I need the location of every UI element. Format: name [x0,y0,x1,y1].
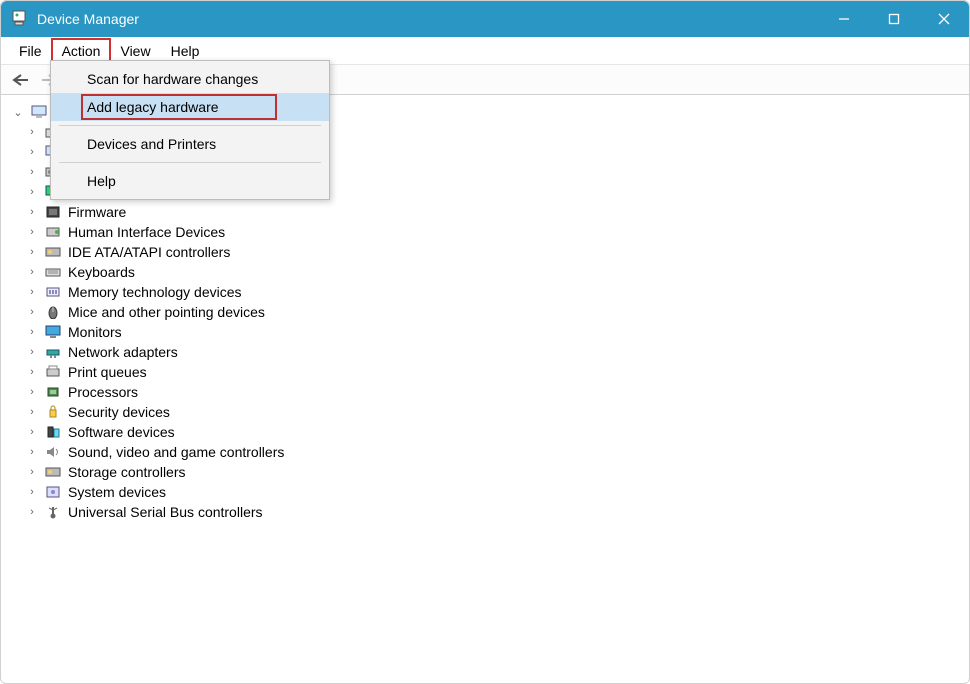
expand-icon[interactable]: › [26,186,38,198]
expand-icon[interactable]: › [26,146,38,158]
menu-action[interactable]: Action [52,39,111,63]
back-button[interactable] [9,68,33,92]
menu-file[interactable]: File [9,39,52,63]
expand-icon[interactable]: › [26,126,38,138]
network-icon [44,344,62,360]
expand-icon[interactable]: › [26,426,38,438]
expand-icon[interactable]: › [26,266,38,278]
sound-icon [44,444,62,460]
category-label: Keyboards [68,264,135,280]
tree-category[interactable]: › Keyboards [26,262,958,282]
menu-help[interactable]: Help [161,39,210,63]
minimize-button[interactable] [819,1,869,37]
menu-scan-hardware[interactable]: Scan for hardware changes [51,65,329,93]
tree-category[interactable]: › Human Interface Devices [26,222,958,242]
expand-icon[interactable]: › [26,386,38,398]
tree-category[interactable]: › Firmware [26,202,958,222]
expand-icon[interactable]: › [26,466,38,478]
tree-category[interactable]: › Processors [26,382,958,402]
expand-icon[interactable]: › [26,366,38,378]
expand-icon[interactable]: › [26,346,38,358]
printer-icon [44,364,62,380]
expand-icon[interactable]: › [26,226,38,238]
software-icon [44,424,62,440]
storagectl-icon [44,244,62,260]
tree-category[interactable]: › Mice and other pointing devices [26,302,958,322]
expand-icon[interactable]: › [26,486,38,498]
memory-icon [44,284,62,300]
expand-icon[interactable]: › [26,306,38,318]
maximize-button[interactable] [869,1,919,37]
tree-category[interactable]: › Memory technology devices [26,282,958,302]
usb-icon [44,504,62,520]
tree-category[interactable]: › Sound, video and game controllers [26,442,958,462]
tree-category[interactable]: › Network adapters [26,342,958,362]
menu-separator [59,162,321,163]
keyboard-icon [44,264,62,280]
category-label: Software devices [68,424,175,440]
tree-category[interactable]: › Print queues [26,362,958,382]
security-icon [44,404,62,420]
expand-icon[interactable]: › [26,326,38,338]
category-label: Universal Serial Bus controllers [68,504,263,520]
category-label: Print queues [68,364,147,380]
expand-icon[interactable]: › [26,446,38,458]
expand-icon[interactable]: › [26,206,38,218]
category-label: Monitors [68,324,122,340]
expand-icon[interactable]: › [26,246,38,258]
computer-root-icon [30,104,48,120]
hid-icon [44,224,62,240]
tree-category[interactable]: › Security devices [26,402,958,422]
category-label: Mice and other pointing devices [68,304,265,320]
tree-category[interactable]: › Storage controllers [26,462,958,482]
tree-category[interactable]: › Monitors [26,322,958,342]
app-icon [11,10,29,28]
menu-devices-printers[interactable]: Devices and Printers [51,130,329,158]
menu-view[interactable]: View [110,39,160,63]
mouse-icon [44,304,62,320]
expand-icon[interactable]: › [26,286,38,298]
category-label: Storage controllers [68,464,186,480]
title-bar: Device Manager [1,1,969,37]
system-icon [44,484,62,500]
firmware-icon [44,204,62,220]
tree-category[interactable]: › IDE ATA/ATAPI controllers [26,242,958,262]
category-label: Sound, video and game controllers [68,444,284,460]
expand-icon[interactable]: › [26,406,38,418]
storagectl-icon [44,464,62,480]
close-button[interactable] [919,1,969,37]
menu-action-help[interactable]: Help [51,167,329,195]
action-dropdown: Scan for hardware changes Add legacy har… [50,60,330,200]
tree-category[interactable]: › System devices [26,482,958,502]
menu-add-legacy-hardware[interactable]: Add legacy hardware [51,93,329,121]
category-label: Security devices [68,404,170,420]
tree-category[interactable]: › Universal Serial Bus controllers [26,502,958,522]
window-controls [819,1,969,37]
expand-icon[interactable]: › [26,166,38,178]
category-label: Human Interface Devices [68,224,225,240]
category-label: System devices [68,484,166,500]
category-label: Memory technology devices [68,284,242,300]
menu-separator [59,125,321,126]
category-label: Processors [68,384,138,400]
category-label: Firmware [68,204,126,220]
collapse-icon[interactable]: ⌄ [12,106,24,119]
cpu-icon [44,384,62,400]
category-label: Network adapters [68,344,178,360]
category-label: IDE ATA/ATAPI controllers [68,244,230,260]
expand-icon[interactable]: › [26,506,38,518]
tree-category[interactable]: › Software devices [26,422,958,442]
monitor-icon [44,324,62,340]
window-title: Device Manager [37,11,819,27]
